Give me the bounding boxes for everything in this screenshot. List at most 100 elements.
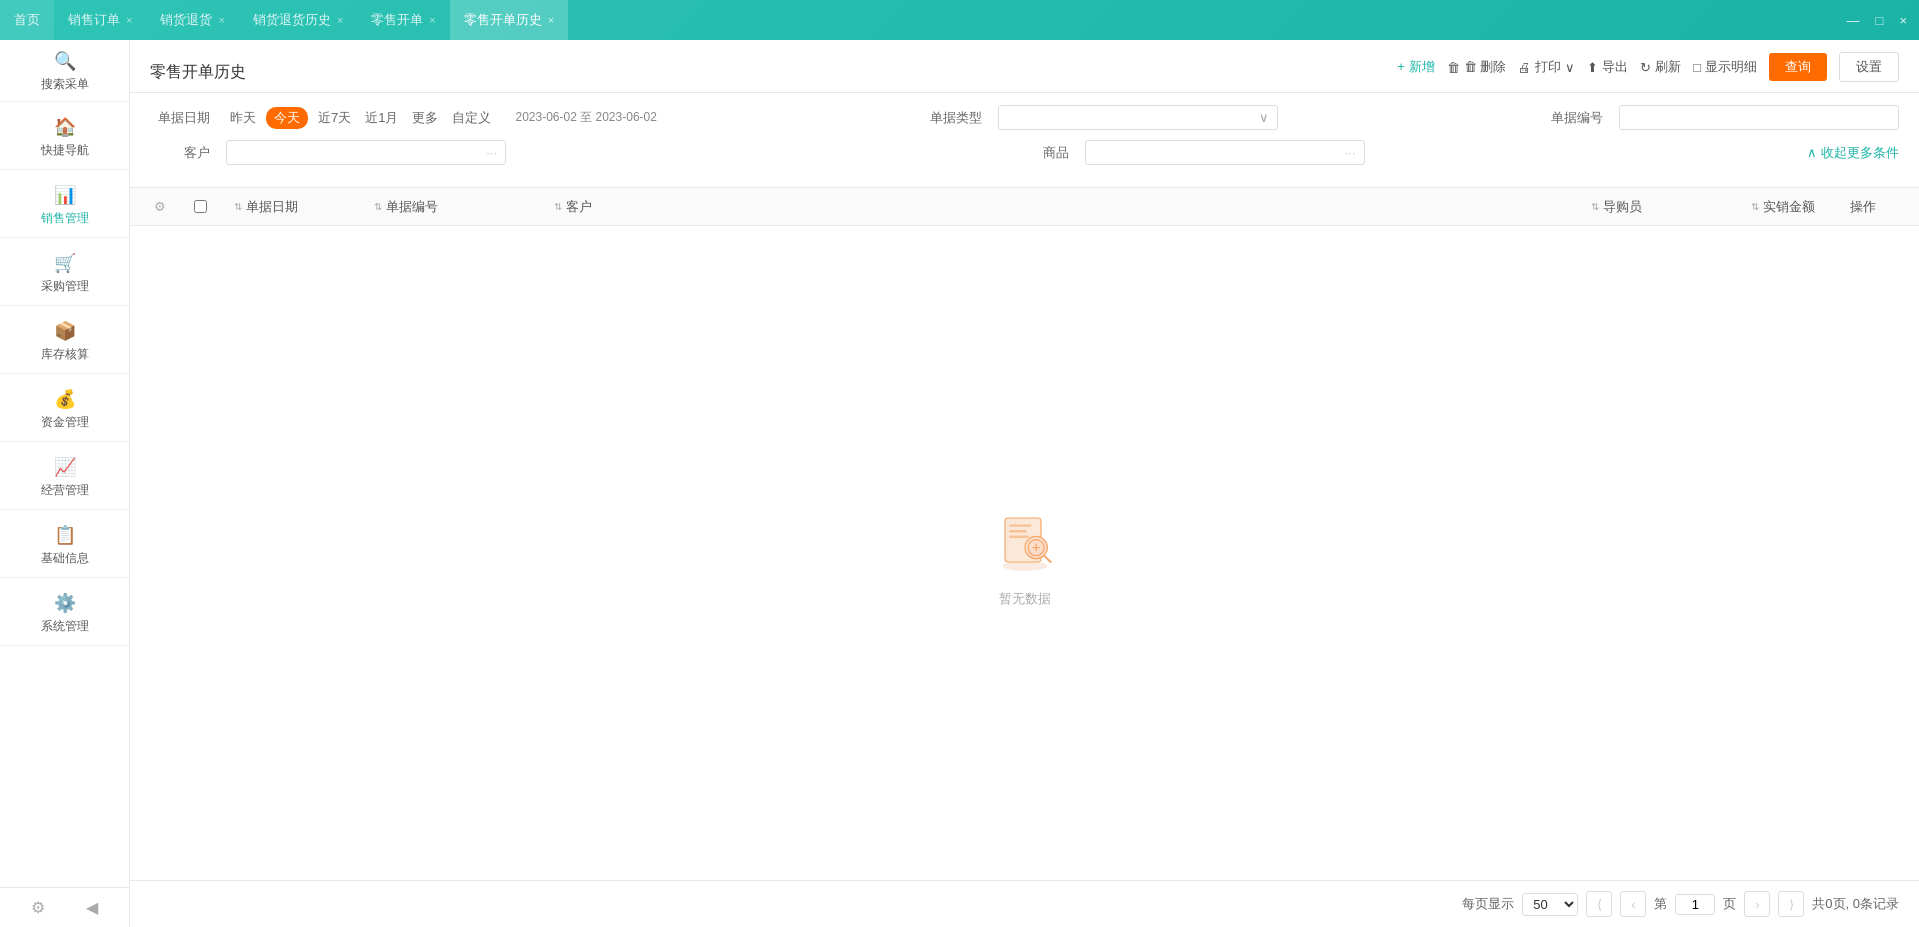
svg-point-0	[1002, 561, 1047, 571]
tab-sales-return-close[interactable]: ×	[218, 14, 224, 26]
window-close[interactable]: ×	[1899, 13, 1907, 28]
sidebar-item-system[interactable]: ⚙️ 系统管理	[0, 578, 129, 646]
display-detail-button[interactable]: □ 显示明细	[1693, 58, 1757, 76]
tab-sales-return-history-close[interactable]: ×	[337, 14, 343, 26]
tab-retail-history[interactable]: 零售开单历史 ×	[450, 0, 568, 40]
window-controls: — □ ×	[1847, 13, 1919, 28]
sidebar-item-sales[interactable]: 📊 销售管理	[0, 170, 129, 238]
settings-button[interactable]: 设置	[1839, 52, 1899, 82]
display-label: 显示明细	[1705, 58, 1757, 76]
collapse-icon[interactable]: ◀	[86, 898, 98, 917]
goods-select[interactable]: ···	[1085, 140, 1365, 165]
sidebar-item-quick-nav[interactable]: 🏠 快捷导航	[0, 102, 129, 170]
sort-date-icon[interactable]: ⇅	[234, 201, 242, 212]
svg-line-7	[1044, 556, 1050, 562]
column-customer-label: 客户	[566, 198, 592, 216]
svg-rect-2	[1009, 524, 1031, 526]
sidebar-search-label: 搜索采单	[41, 76, 89, 93]
print-button[interactable]: 🖨 打印 ∨	[1518, 58, 1575, 76]
tab-sales-return-history[interactable]: 销货退货历史 ×	[239, 0, 357, 40]
last-page-button[interactable]: ⟩	[1778, 891, 1804, 917]
tab-retail-history-label: 零售开单历史	[464, 11, 542, 29]
export-button[interactable]: ⬆ 导出	[1587, 58, 1628, 76]
sort-guide-icon[interactable]: ⇅	[1591, 201, 1599, 212]
collapse-button[interactable]: ∧ 收起更多条件	[1807, 144, 1899, 162]
per-page-select[interactable]: 50 10 20 100	[1522, 893, 1578, 916]
sidebar-search[interactable]: 🔍 搜索采单	[0, 40, 129, 102]
last-page-icon: ⟩	[1789, 897, 1794, 912]
tab-sales-return-label: 销货退货	[160, 11, 212, 29]
empty-text: 暂无数据	[999, 590, 1051, 608]
date-shortcuts: 昨天 今天 近7天 近1月 更多 自定义	[226, 107, 495, 129]
display-checkbox-icon: □	[1693, 60, 1701, 75]
collapse-label: 收起更多条件	[1821, 144, 1899, 162]
finance-icon: 💰	[54, 388, 76, 410]
tab-sales-return[interactable]: 销货退货 ×	[146, 0, 238, 40]
delete-button[interactable]: 🗑 🗑 删除	[1447, 58, 1507, 76]
tab-sales-order[interactable]: 销售订单 ×	[54, 0, 146, 40]
sidebar-item-system-label: 系统管理	[41, 618, 89, 635]
doc-type-select[interactable]: ∨	[998, 105, 1278, 130]
goods-dots-icon[interactable]: ···	[1345, 145, 1356, 160]
next-page-button[interactable]: ›	[1744, 891, 1770, 917]
prev-page-button[interactable]: ‹	[1620, 891, 1646, 917]
date-shortcut-last-month[interactable]: 近1月	[361, 107, 402, 129]
prev-page-icon: ‹	[1631, 897, 1635, 912]
sort-customer-icon[interactable]: ⇅	[554, 201, 562, 212]
refresh-button[interactable]: ↻ 刷新	[1640, 58, 1681, 76]
customer-filter-label: 客户	[150, 144, 210, 162]
svg-rect-4	[1009, 536, 1029, 538]
first-page-icon: ⟨	[1597, 897, 1602, 912]
select-all-checkbox[interactable]	[194, 200, 207, 213]
system-icon: ⚙️	[54, 592, 76, 614]
tab-retail-history-close[interactable]: ×	[548, 14, 554, 26]
add-button[interactable]: + 新增	[1397, 58, 1434, 76]
tab-retail-open[interactable]: 零售开单 ×	[357, 0, 449, 40]
filter-row-2: 客户 ··· 商品 ··· ∧ 收起更多条件	[150, 140, 1899, 165]
export-label: 导出	[1602, 58, 1628, 76]
tab-home[interactable]: 首页	[0, 0, 54, 40]
sidebar-item-sales-label: 销售管理	[41, 210, 89, 227]
print-label: 打印	[1535, 58, 1561, 76]
sidebar-item-basic-info[interactable]: 📋 基础信息	[0, 510, 129, 578]
date-shortcut-more[interactable]: 更多	[408, 107, 442, 129]
query-button[interactable]: 查询	[1769, 53, 1827, 81]
export-icon: ⬆	[1587, 60, 1598, 75]
date-shortcut-custom[interactable]: 自定义	[448, 107, 495, 129]
date-shortcut-today[interactable]: 今天	[266, 107, 308, 129]
collapse-arrow-icon: ∧	[1807, 145, 1817, 160]
column-checkbox[interactable]	[186, 200, 226, 213]
doc-no-input[interactable]	[1619, 105, 1899, 130]
column-date: ⇅ 单据日期	[226, 198, 366, 216]
first-page-button[interactable]: ⟨	[1586, 891, 1612, 917]
customer-dots-icon[interactable]: ···	[486, 145, 497, 160]
column-gear[interactable]: ⚙	[146, 199, 186, 214]
page-number-input[interactable]: 1	[1675, 894, 1715, 915]
date-shortcut-yesterday[interactable]: 昨天	[226, 107, 260, 129]
sales-icon: 📊	[54, 184, 76, 206]
purchase-icon: 🛒	[54, 252, 76, 274]
sidebar-item-operations[interactable]: 📈 经营管理	[0, 442, 129, 510]
tab-sales-return-history-label: 销货退货历史	[253, 11, 331, 29]
window-maximize[interactable]: □	[1876, 13, 1884, 28]
tab-home-label: 首页	[14, 11, 40, 29]
column-action: 操作	[1823, 198, 1903, 216]
sidebar-item-inventory[interactable]: 📦 库存核算	[0, 306, 129, 374]
column-date-label: 单据日期	[246, 198, 298, 216]
refresh-label: 刷新	[1655, 58, 1681, 76]
sidebar-item-finance[interactable]: 💰 资金管理	[0, 374, 129, 442]
svg-rect-3	[1009, 530, 1027, 532]
tab-retail-open-close[interactable]: ×	[429, 14, 435, 26]
sort-amount-icon[interactable]: ⇅	[1751, 201, 1759, 212]
sort-no-icon[interactable]: ⇅	[374, 201, 382, 212]
delete-icon: 🗑	[1447, 60, 1460, 75]
page-title: 零售开单历史	[150, 62, 246, 83]
date-shortcut-last7[interactable]: 近7天	[314, 107, 355, 129]
sidebar-item-purchase[interactable]: 🛒 采购管理	[0, 238, 129, 306]
settings-bottom-icon[interactable]: ⚙	[31, 898, 45, 917]
customer-select[interactable]: ···	[226, 140, 506, 165]
tab-sales-order-close[interactable]: ×	[126, 14, 132, 26]
tab-sales-order-label: 销售订单	[68, 11, 120, 29]
window-minimize[interactable]: —	[1847, 13, 1860, 28]
sidebar-item-quick-nav-label: 快捷导航	[41, 142, 89, 159]
